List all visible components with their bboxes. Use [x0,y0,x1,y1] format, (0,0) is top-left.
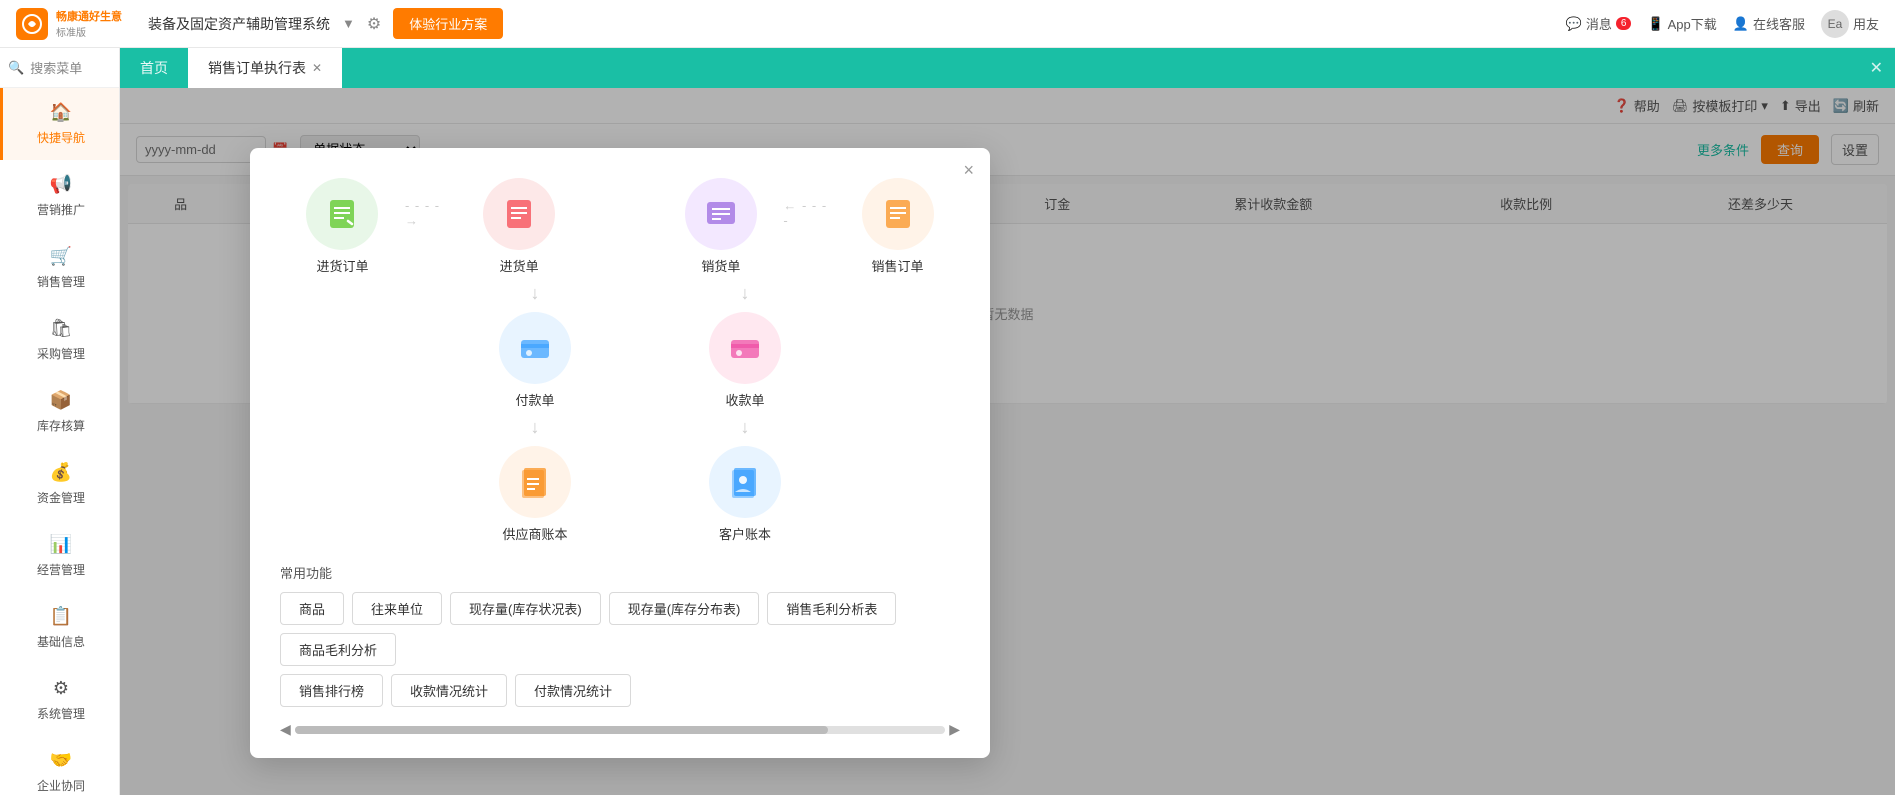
page-content: ❓ 帮助 🖨 按模板打印 ▾ ⬆ 导出 🔄 刷新 [120,88,1895,795]
modal: × 进货订单 [250,148,990,758]
purchase-icon: 🛍 [50,318,73,339]
app-container: 畅康通好生意 标准版 装备及固定资产辅助管理系统 ▼ ⚙ 体验行业方案 💬 消息… [0,0,1895,795]
dropdown-icon[interactable]: ▼ [342,16,355,31]
scroll-left-icon[interactable]: ◀ [280,721,291,738]
function-btns-row2: 销售排行榜 收款情况统计 付款情况统计 [280,674,960,707]
arrow-h-2: ← - - - - [783,178,835,228]
message-badge: 6 [1616,17,1632,30]
sales-bill-circle [685,178,757,250]
func-btn-8[interactable]: 付款情况统计 [515,674,631,707]
finance-icon: 💰 [50,462,72,483]
receipt-bill-circle [709,312,781,384]
app-download-btn[interactable]: 📱 App下载 [1647,14,1716,33]
online-service-btn[interactable]: 👤 在线客服 [1733,14,1805,33]
inventory-icon: 📦 [50,390,72,411]
user-avatar: Ea [1821,10,1849,38]
arrow-down-4: ↓ [680,417,810,438]
func-btn-3[interactable]: 现存量(库存分布表) [609,592,760,625]
arrow-down-1: ↓ [470,283,600,304]
top-bar-right: 💬 消息 6 📱 App下载 👤 在线客服 Ea 用友 [1566,10,1879,38]
logo-area: 畅康通好生意 标准版 [16,8,136,40]
message-btn[interactable]: 💬 消息 6 [1566,14,1632,33]
business-icon: 📊 [50,534,72,555]
flow-node-supplier-ledger: 供应商账本 [470,446,600,543]
modal-scrollbar: ◀ ▶ [280,721,960,738]
flow-node-purchase-bill: 进货单 [457,178,582,275]
func-btn-2[interactable]: 现存量(库存状况表) [450,592,601,625]
flow-node-payment-bill: 付款单 [470,312,600,409]
enterprise-icon: 🤝 [50,750,72,771]
experience-btn[interactable]: 体验行业方案 [393,8,503,39]
main-area: 🔍 搜索菜单 🏠 快捷导航 📢 营销推广 🛒 销售管理 🛍 采购管理 📦 [0,48,1895,795]
common-functions: 常用功能 商品 往来单位 现存量(库存状况表) 现存量(库存分布表) 销售毛利分… [280,563,960,707]
purchase-order-circle [306,178,378,250]
quick-nav-icon: 🏠 [50,102,72,123]
arrow-h-1: - - - - → [405,178,457,228]
flow-node-customer-ledger: 客户账本 [680,446,810,543]
basic-info-icon: 📋 [50,606,72,627]
purchase-bill-circle [483,178,555,250]
system-icon: ⚙ [53,678,69,699]
customer-ledger-circle [709,446,781,518]
sidebar-item-finance[interactable]: 💰 资金管理 [0,448,119,520]
top-bar: 畅康通好生意 标准版 装备及固定资产辅助管理系统 ▼ ⚙ 体验行业方案 💬 消息… [0,0,1895,48]
modal-close-btn[interactable]: × [963,160,974,181]
common-functions-title: 常用功能 [280,563,960,582]
scroll-track[interactable] [295,726,945,734]
func-btn-0[interactable]: 商品 [280,592,344,625]
tab-home[interactable]: 首页 [120,48,188,88]
flow-node-sales-order: 销售订单 [835,178,960,275]
sidebar-item-purchase[interactable]: 🛍 采购管理 [0,304,119,376]
sales-order-circle [862,178,934,250]
supplier-ledger-circle [499,446,571,518]
marketing-icon: 📢 [50,174,72,195]
sidebar-item-basic-info[interactable]: 📋 基础信息 [0,592,119,664]
scroll-thumb [295,726,828,734]
flow-node-receipt-bill: 收款单 [680,312,810,409]
logo-icon [16,8,48,40]
func-btn-6[interactable]: 销售排行榜 [280,674,383,707]
top-bar-left: 畅康通好生意 标准版 装备及固定资产辅助管理系统 ▼ ⚙ 体验行业方案 [16,8,503,40]
sidebar: 🔍 搜索菜单 🏠 快捷导航 📢 营销推广 🛒 销售管理 🛍 采购管理 📦 [0,48,120,795]
service-icon: 👤 [1733,16,1749,32]
arrow-down-3: ↓ [470,417,600,438]
sidebar-search[interactable]: 🔍 搜索菜单 [0,48,119,88]
payment-bill-circle [499,312,571,384]
func-btn-1[interactable]: 往来单位 [352,592,442,625]
message-icon: 💬 [1566,16,1582,32]
func-btn-5[interactable]: 商品毛利分析 [280,633,396,666]
func-btn-7[interactable]: 收款情况统计 [391,674,507,707]
sales-icon: 🛒 [50,246,72,267]
sidebar-item-quick-nav[interactable]: 🏠 快捷导航 [0,88,119,160]
tab-close-btn[interactable]: ✕ [312,61,322,75]
arrow-down-2: ↓ [680,283,810,304]
sidebar-item-marketing[interactable]: 📢 营销推广 [0,160,119,232]
sidebar-item-enterprise[interactable]: 🤝 企业协同 [0,736,119,795]
content-area: 首页 销售订单执行表 ✕ ✕ ❓ 帮助 [120,48,1895,795]
function-btns-row1: 商品 往来单位 现存量(库存状况表) 现存量(库存分布表) 销售毛利分析表 商品… [280,592,960,666]
sidebar-item-system[interactable]: ⚙ 系统管理 [0,664,119,736]
system-title: 装备及固定资产辅助管理系统 [148,14,330,34]
settings-icon[interactable]: ⚙ [367,14,381,34]
tab-bar-close-icon[interactable]: ✕ [1870,58,1883,78]
sidebar-item-business[interactable]: 📊 经营管理 [0,520,119,592]
search-icon: 🔍 [8,60,24,76]
tab-sales-order-exec[interactable]: 销售订单执行表 ✕ [188,48,342,88]
flow-node-sales-bill: 销货单 [658,178,783,275]
app-icon: 📱 [1647,16,1663,32]
user-btn[interactable]: Ea 用友 [1821,10,1879,38]
logo-text: 畅康通好生意 标准版 [56,8,122,39]
sidebar-item-sales[interactable]: 🛒 销售管理 [0,232,119,304]
sidebar-item-inventory[interactable]: 📦 库存核算 [0,376,119,448]
tab-bar: 首页 销售订单执行表 ✕ ✕ [120,48,1895,88]
func-btn-4[interactable]: 销售毛利分析表 [767,592,896,625]
scroll-right-icon[interactable]: ▶ [949,721,960,738]
flow-node-purchase-order: 进货订单 [280,178,405,275]
